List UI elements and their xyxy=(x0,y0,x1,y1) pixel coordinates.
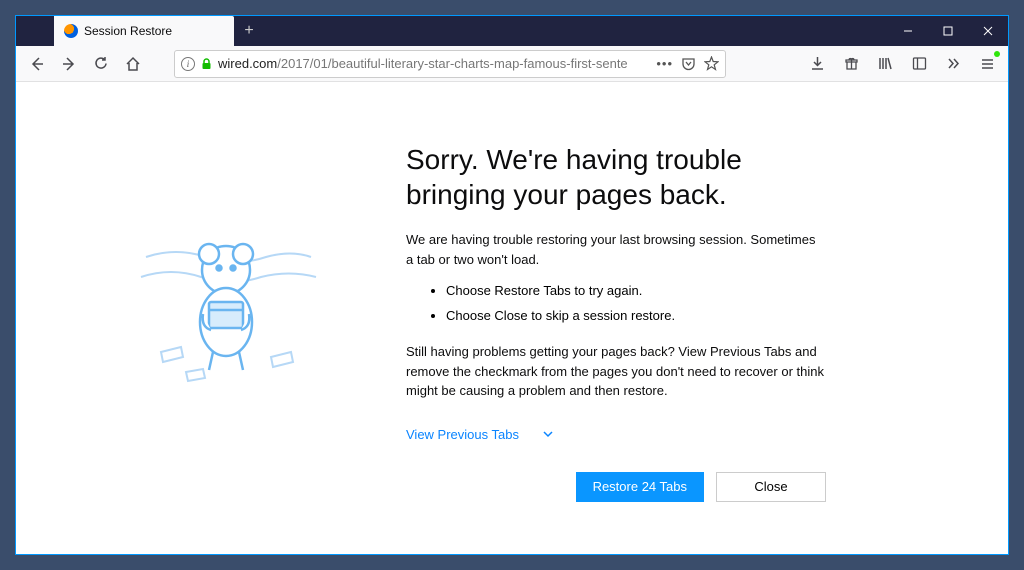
browser-window: Session Restore + i xyxy=(15,15,1009,555)
library-button[interactable] xyxy=(870,49,900,79)
overflow-button[interactable] xyxy=(938,49,968,79)
back-arrow-icon xyxy=(29,56,45,72)
forward-button[interactable] xyxy=(54,49,84,79)
library-icon xyxy=(878,56,893,71)
reload-button[interactable] xyxy=(86,49,116,79)
restore-tabs-button[interactable]: Restore 24 Tabs xyxy=(576,472,704,502)
download-icon xyxy=(810,56,825,71)
lock-icon xyxy=(201,58,212,70)
close-button[interactable]: Close xyxy=(716,472,826,502)
url-text: wired.com/2017/01/beautiful-literary-sta… xyxy=(218,56,628,71)
info-icon[interactable]: i xyxy=(181,57,195,71)
reload-icon xyxy=(94,56,109,71)
error-illustration xyxy=(66,142,386,554)
url-bar[interactable]: i wired.com/2017/01/beautiful-literary-s… xyxy=(174,50,726,78)
navbar: i wired.com/2017/01/beautiful-literary-s… xyxy=(16,46,1008,82)
browser-tab[interactable]: Session Restore xyxy=(54,16,234,46)
page-heading: Sorry. We're having trouble bringing you… xyxy=(406,142,826,212)
forward-arrow-icon xyxy=(61,56,77,72)
firefox-favicon-icon xyxy=(64,24,78,38)
sidebars-button[interactable] xyxy=(904,49,934,79)
minimize-icon xyxy=(903,26,913,36)
gift-notify-icon xyxy=(844,56,859,71)
hamburger-icon xyxy=(980,57,995,71)
new-tab-button[interactable]: + xyxy=(234,16,264,46)
view-previous-label: View Previous Tabs xyxy=(406,427,519,442)
pocket-icon[interactable] xyxy=(681,57,696,71)
chevron-down-icon xyxy=(543,431,553,438)
close-window-button[interactable] xyxy=(968,16,1008,46)
minimize-button[interactable] xyxy=(888,16,928,46)
home-button[interactable] xyxy=(118,49,148,79)
list-item: Choose Close to skip a session restore. xyxy=(446,304,826,329)
maximize-button[interactable] xyxy=(928,16,968,46)
page-actions-icon[interactable]: ••• xyxy=(656,56,673,71)
toolbar-right xyxy=(802,49,1002,79)
titlebar: Session Restore + xyxy=(16,16,1008,46)
maximize-icon xyxy=(943,26,953,36)
window-controls xyxy=(888,16,1008,46)
help-text: Still having problems getting your pages… xyxy=(406,342,826,401)
chevron-double-right-icon xyxy=(947,57,960,70)
intro-text: We are having trouble restoring your las… xyxy=(406,230,826,269)
downloads-button[interactable] xyxy=(802,49,832,79)
page-content: Sorry. We're having trouble bringing you… xyxy=(16,82,1008,554)
list-item: Choose Restore Tabs to try again. xyxy=(446,279,826,304)
action-buttons: Restore 24 Tabs Close xyxy=(406,472,826,502)
back-button[interactable] xyxy=(22,49,52,79)
close-icon xyxy=(983,26,993,36)
app-menu-button[interactable] xyxy=(972,49,1002,79)
main-column: Sorry. We're having trouble bringing you… xyxy=(406,142,826,554)
sidebar-icon xyxy=(912,56,927,71)
instruction-list: Choose Restore Tabs to try again. Choose… xyxy=(406,279,826,328)
tab-title: Session Restore xyxy=(84,24,172,38)
bookmark-star-icon[interactable] xyxy=(704,56,719,71)
whats-new-button[interactable] xyxy=(836,49,866,79)
home-icon xyxy=(125,56,141,72)
view-previous-tabs-link[interactable]: View Previous Tabs xyxy=(406,427,553,442)
